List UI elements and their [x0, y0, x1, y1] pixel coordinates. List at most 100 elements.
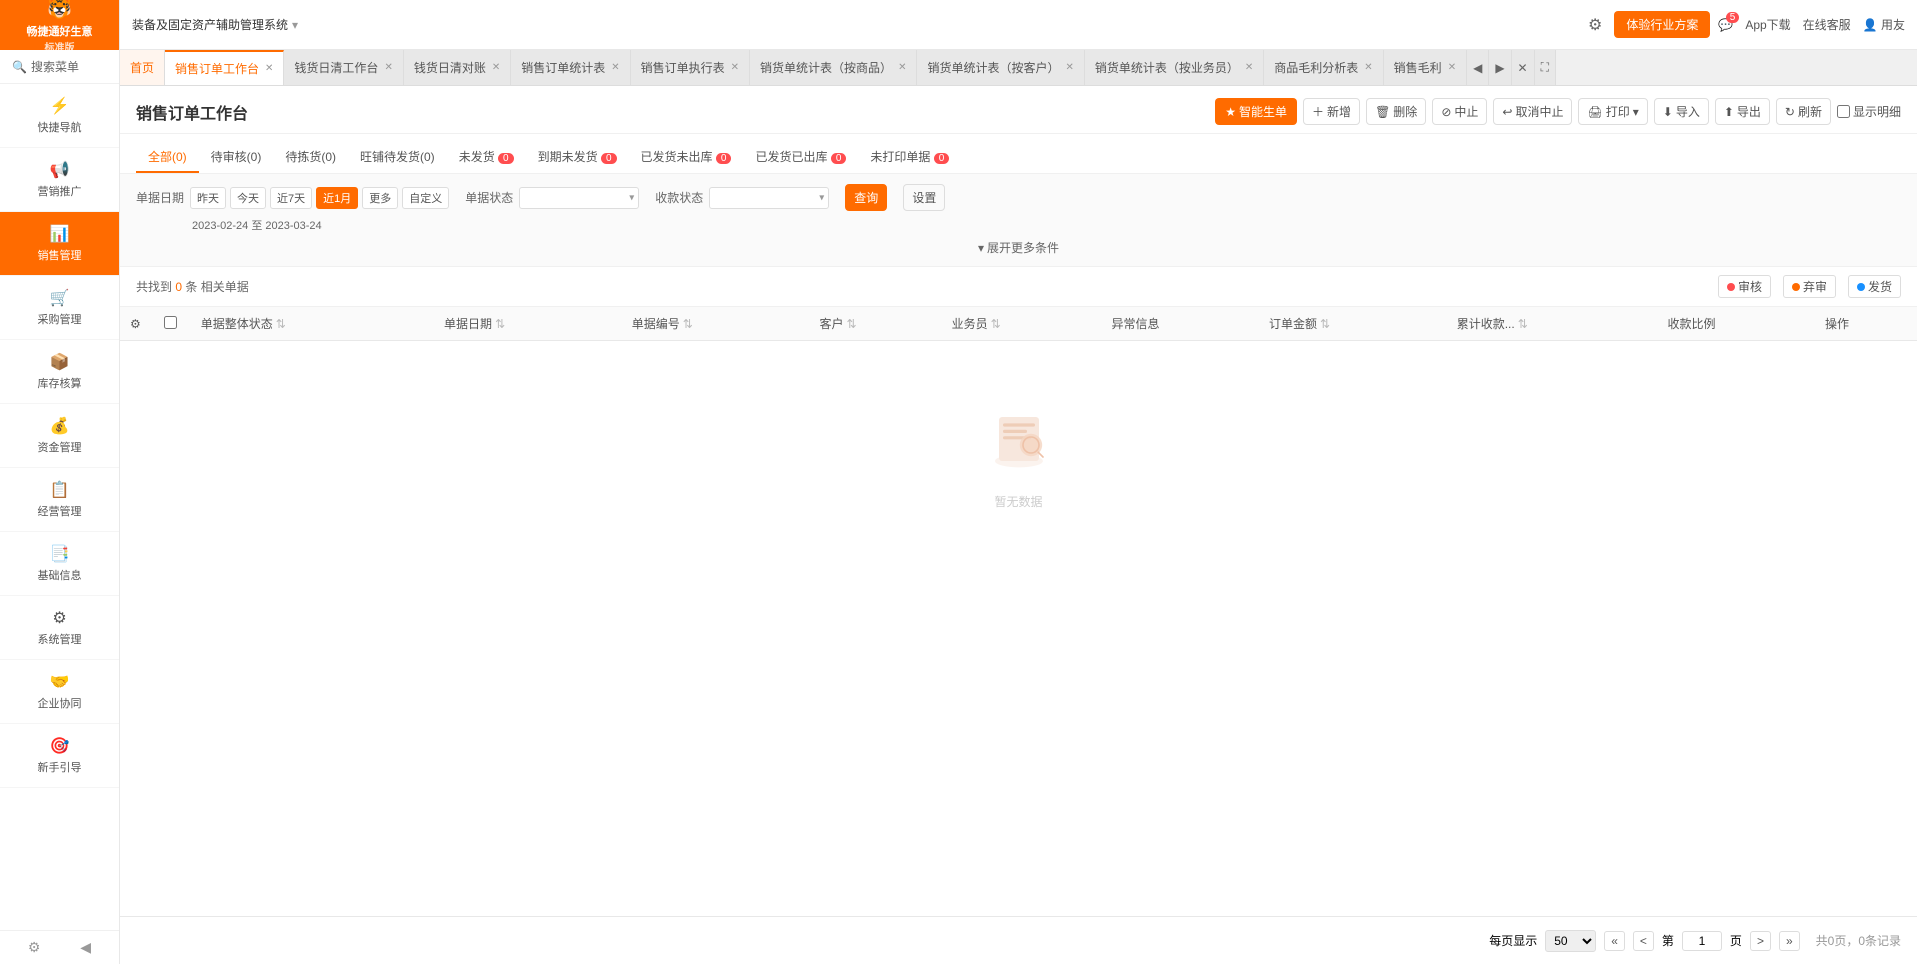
subtab-pending-review[interactable]: 待审核(0): [199, 142, 274, 173]
subtab-shipped-in[interactable]: 已发货已出库 0: [743, 142, 858, 173]
th-collected-sort[interactable]: ⇅: [1518, 317, 1528, 331]
th-date-sort[interactable]: ⇅: [495, 317, 505, 331]
tab-sales-exec-close[interactable]: ✕: [731, 62, 739, 73]
subtab-all[interactable]: 全部(0): [136, 142, 199, 173]
sidebar-item-quick-nav[interactable]: ⚡ 快捷导航: [0, 84, 119, 148]
cancel-stop-btn[interactable]: ↩ 取消中止: [1493, 98, 1572, 125]
payment-select[interactable]: [709, 187, 829, 209]
refresh-btn[interactable]: ↻ 刷新: [1776, 98, 1831, 125]
th-customer-sort[interactable]: ⇅: [846, 317, 856, 331]
next-page-btn[interactable]: >: [1750, 931, 1771, 951]
tab-sales-workbench-close[interactable]: ✕: [265, 63, 273, 74]
topbar-settings-icon[interactable]: ⚙: [1588, 15, 1602, 35]
date-btn-1month[interactable]: 近1月: [316, 187, 358, 209]
show-detail-label[interactable]: 显示明细: [1837, 103, 1901, 120]
sidebar-item-basic[interactable]: 📑 基础信息: [0, 532, 119, 596]
th-number-sort[interactable]: ⇅: [683, 317, 693, 331]
cancel-stat-btn[interactable]: 弃审: [1783, 275, 1836, 298]
th-status-sort[interactable]: ⇅: [276, 317, 286, 331]
sidebar-item-guide[interactable]: 🎯 新手引导: [0, 724, 119, 788]
online-service-link[interactable]: 在线客服: [1803, 16, 1851, 33]
tab-maximize[interactable]: ⛶: [1535, 50, 1556, 86]
message-badge: 5: [1726, 12, 1740, 23]
collapse-icon[interactable]: ◀: [80, 939, 91, 956]
tab-close-current[interactable]: ✕: [1512, 50, 1535, 86]
smart-gen-btn[interactable]: ★ 智能生单: [1215, 98, 1297, 125]
sidebar-item-purchase[interactable]: 🛒 采购管理: [0, 276, 119, 340]
date-btn-yesterday[interactable]: 昨天: [190, 187, 226, 209]
tab-sales-stat-close[interactable]: ✕: [611, 62, 619, 73]
system-dropdown-icon[interactable]: ▾: [292, 18, 298, 32]
date-btn-today[interactable]: 今天: [230, 187, 266, 209]
message-btn[interactable]: 💬 5: [1718, 18, 1733, 32]
sidebar-item-operations[interactable]: 📋 经营管理: [0, 468, 119, 532]
export-btn[interactable]: ⬆ 导出: [1715, 98, 1770, 125]
first-page-btn[interactable]: «: [1604, 931, 1625, 951]
tab-cash-clear-label: 钱货日清工作台: [294, 59, 378, 76]
tab-sales-by-staff-close[interactable]: ✕: [1245, 62, 1253, 73]
tab-sales-stat[interactable]: 销售订单统计表 ✕: [511, 50, 630, 86]
stop-btn[interactable]: ⊘ 中止: [1432, 98, 1487, 125]
subtab-not-shipped[interactable]: 未发货 0: [447, 142, 526, 173]
th-settings[interactable]: ⚙: [120, 307, 151, 341]
print-btn[interactable]: 🖨 打印 ▾: [1578, 98, 1647, 125]
delete-btn[interactable]: 🗑 删除: [1366, 98, 1426, 125]
review-stat-btn[interactable]: 审核: [1718, 275, 1771, 298]
date-btn-7days[interactable]: 近7天: [270, 187, 312, 209]
tab-sales-profit[interactable]: 销售毛利 ✕: [1384, 50, 1467, 86]
page-input[interactable]: [1682, 931, 1722, 951]
trial-btn[interactable]: 体验行业方案: [1614, 11, 1710, 38]
subtab-shipped-not-in[interactable]: 已发货未出库 0: [629, 142, 744, 173]
sidebar-item-enterprise[interactable]: 🤝 企业协同: [0, 660, 119, 724]
show-detail-checkbox[interactable]: [1837, 105, 1850, 118]
tab-sales-by-customer[interactable]: 销货单统计表（按客户） ✕: [917, 50, 1084, 86]
date-btn-custom[interactable]: 自定义: [402, 187, 449, 209]
app-download-link[interactable]: App下载: [1745, 16, 1790, 33]
tab-cash-reconcile[interactable]: 钱货日清对账 ✕: [404, 50, 511, 86]
tab-sales-workbench[interactable]: 销售订单工作台 ✕: [165, 50, 284, 86]
th-staff-sort[interactable]: ⇅: [991, 317, 1001, 331]
status-select[interactable]: [519, 187, 639, 209]
subtab-pending-pickup[interactable]: 待拣货(0): [273, 142, 348, 173]
subtab-not-printed[interactable]: 未打印单据 0: [858, 142, 961, 173]
sidebar-item-inventory[interactable]: 📦 库存核算: [0, 340, 119, 404]
tab-gross-margin[interactable]: 商品毛利分析表 ✕: [1264, 50, 1383, 86]
tab-cash-clear-close[interactable]: ✕: [384, 62, 392, 73]
settings-filter-btn[interactable]: 设置: [903, 184, 945, 211]
sidebar-item-marketing[interactable]: 📢 营销推广: [0, 148, 119, 212]
tab-gross-margin-close[interactable]: ✕: [1364, 62, 1372, 73]
tab-cash-reconcile-close[interactable]: ✕: [492, 62, 500, 73]
sidebar-item-system[interactable]: ⚙ 系统管理: [0, 596, 119, 660]
th-amount-sort[interactable]: ⇅: [1320, 317, 1330, 331]
subtab-overdue[interactable]: 到期未发货 0: [526, 142, 629, 173]
import-btn[interactable]: ⬇ 导入: [1654, 98, 1709, 125]
sidebar-item-finance[interactable]: 💰 资金管理: [0, 404, 119, 468]
add-btn[interactable]: ＋ 新增: [1303, 98, 1360, 125]
th-checkbox[interactable]: [151, 307, 191, 341]
tab-sales-by-product-close[interactable]: ✕: [898, 62, 906, 73]
tab-cash-clear[interactable]: 钱货日清工作台 ✕: [284, 50, 403, 86]
tab-sales-exec[interactable]: 销售订单执行表 ✕: [631, 50, 750, 86]
prev-page-btn[interactable]: <: [1633, 931, 1654, 951]
tab-sales-profit-close[interactable]: ✕: [1448, 62, 1456, 73]
page-size-select[interactable]: 50 10 20 100: [1545, 930, 1596, 952]
ship-stat-btn[interactable]: 发货: [1848, 275, 1901, 298]
tab-sales-by-customer-close[interactable]: ✕: [1065, 62, 1073, 73]
tab-sales-by-product[interactable]: 销货单统计表（按商品） ✕: [750, 50, 917, 86]
settings-bottom-icon[interactable]: ⚙: [28, 939, 41, 956]
sidebar-item-sales[interactable]: 📊 销售管理: [0, 212, 119, 276]
tab-nav-next[interactable]: ▶: [1489, 50, 1511, 86]
date-btn-more[interactable]: 更多: [362, 187, 398, 209]
tab-sales-by-staff[interactable]: 销货单统计表（按业务员） ✕: [1085, 50, 1264, 86]
last-page-btn[interactable]: »: [1779, 931, 1800, 951]
expand-btn[interactable]: ▾ 展开更多条件: [978, 239, 1059, 256]
tab-home[interactable]: 首页: [120, 50, 165, 86]
select-all-checkbox[interactable]: [164, 316, 177, 329]
tab-nav-prev[interactable]: ◀: [1467, 50, 1489, 86]
subtab-wangpu[interactable]: 旺铺待发货(0): [348, 142, 447, 173]
th-exception-label: 异常信息: [1112, 317, 1160, 331]
sidebar-item-search[interactable]: 🔍 搜索菜单: [0, 50, 119, 84]
query-btn[interactable]: 查询: [845, 184, 887, 211]
expand-icon: ▾: [978, 241, 984, 255]
user-avatar[interactable]: 👤 用友: [1863, 16, 1905, 33]
